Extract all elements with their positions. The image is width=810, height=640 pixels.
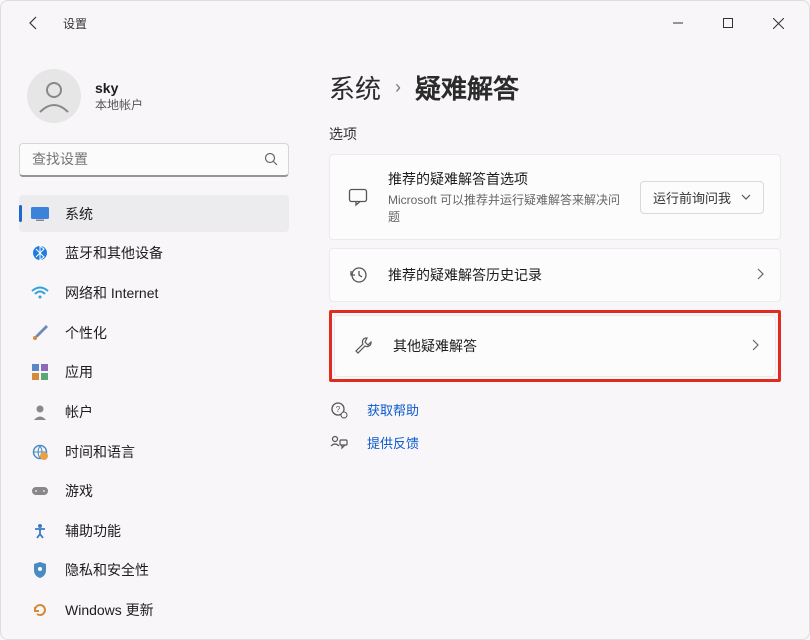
close-button[interactable] — [755, 7, 801, 39]
nav-label: 时间和语言 — [65, 442, 135, 462]
card-title: 其他疑难解答 — [393, 336, 733, 356]
recommended-pref-dropdown[interactable]: 运行前询问我 — [640, 181, 764, 214]
arrow-left-icon — [26, 15, 42, 31]
globe-clock-icon — [31, 443, 49, 461]
maximize-button[interactable] — [705, 7, 751, 39]
user-icon — [34, 76, 74, 116]
bluetooth-icon — [31, 244, 49, 262]
feedback-link[interactable]: 提供反馈 — [329, 433, 781, 452]
chevron-right-icon — [756, 267, 764, 283]
minimize-icon — [673, 18, 683, 28]
nav-item-apps[interactable]: 应用 — [19, 353, 289, 391]
app-title: 设置 — [63, 15, 87, 32]
nav-label: 应用 — [65, 362, 93, 382]
help-links: ? 获取帮助 提供反馈 — [329, 400, 781, 452]
chevron-down-icon — [741, 194, 751, 200]
main-panel: 系统 › 疑难解答 选项 推荐的疑难解答首选项 Microsoft 可以推荐并运… — [301, 45, 809, 639]
highlight-annotation: 其他疑难解答 — [329, 310, 781, 382]
person-icon — [31, 403, 49, 421]
user-block[interactable]: sky 本地帐户 — [19, 55, 301, 143]
card-troubleshoot-history[interactable]: 推荐的疑难解答历史记录 — [329, 248, 781, 302]
close-icon — [773, 18, 784, 29]
nav-item-windows-update[interactable]: Windows 更新 — [19, 591, 289, 629]
window-controls — [655, 7, 801, 39]
update-icon — [31, 601, 49, 619]
back-button[interactable] — [19, 8, 49, 38]
search-input[interactable] — [30, 150, 264, 168]
history-icon — [346, 263, 370, 287]
nav-item-bluetooth[interactable]: 蓝牙和其他设备 — [19, 234, 289, 272]
card-other-troubleshooters[interactable]: 其他疑难解答 — [334, 315, 776, 377]
breadcrumb-parent[interactable]: 系统 — [329, 69, 381, 106]
sidebar: sky 本地帐户 系统 蓝牙和其他设备 网络和 Internet — [1, 45, 301, 639]
feedback-icon — [329, 435, 349, 451]
minimize-button[interactable] — [655, 7, 701, 39]
nav-label: 网络和 Internet — [65, 283, 158, 303]
nav-item-personalization[interactable]: 个性化 — [19, 314, 289, 352]
nav-label: 系统 — [65, 204, 93, 224]
card-title: 推荐的疑难解答历史记录 — [388, 265, 738, 285]
nav-item-accessibility[interactable]: 辅助功能 — [19, 512, 289, 550]
wifi-icon — [31, 284, 49, 302]
user-name: sky — [95, 80, 143, 96]
brush-icon — [31, 324, 49, 342]
nav-item-accounts[interactable]: 帐户 — [19, 393, 289, 431]
nav-label: Windows 更新 — [65, 600, 154, 620]
nav-item-time-language[interactable]: 时间和语言 — [19, 433, 289, 471]
card-title: 推荐的疑难解答首选项 — [388, 169, 622, 189]
link-text: 获取帮助 — [367, 400, 419, 419]
chevron-right-icon: › — [395, 77, 401, 98]
chevron-right-icon — [751, 338, 759, 354]
get-help-link[interactable]: ? 获取帮助 — [329, 400, 781, 419]
nav-item-gaming[interactable]: 游戏 — [19, 472, 289, 510]
nav-item-system[interactable]: 系统 — [19, 195, 289, 233]
maximize-icon — [723, 18, 733, 28]
display-icon — [31, 205, 49, 223]
nav-label: 游戏 — [65, 481, 93, 501]
gamepad-icon — [31, 482, 49, 500]
card-subtitle: Microsoft 可以推荐并运行疑难解答来解决问题 — [388, 191, 622, 225]
titlebar: 设置 — [1, 1, 809, 45]
card-recommended-preferences[interactable]: 推荐的疑难解答首选项 Microsoft 可以推荐并运行疑难解答来解决问题 运行… — [329, 154, 781, 240]
link-text: 提供反馈 — [367, 433, 419, 452]
nav-label: 蓝牙和其他设备 — [65, 243, 163, 263]
nav-label: 辅助功能 — [65, 521, 121, 541]
nav-item-network[interactable]: 网络和 Internet — [19, 274, 289, 312]
wrench-icon — [351, 334, 375, 358]
user-subtitle: 本地帐户 — [95, 96, 143, 113]
svg-text:?: ? — [336, 405, 341, 414]
breadcrumb: 系统 › 疑难解答 — [329, 69, 781, 106]
accessibility-icon — [31, 522, 49, 540]
nav-label: 个性化 — [65, 323, 107, 343]
apps-icon — [31, 363, 49, 381]
avatar — [27, 69, 81, 123]
nav-item-privacy[interactable]: 隐私和安全性 — [19, 552, 289, 590]
search-icon — [264, 152, 278, 166]
nav-label: 帐户 — [65, 402, 93, 422]
nav: 系统 蓝牙和其他设备 网络和 Internet 个性化 应用 帐户 — [19, 195, 301, 629]
nav-label: 隐私和安全性 — [65, 560, 149, 580]
help-icon: ? — [329, 401, 349, 419]
breadcrumb-current: 疑难解答 — [415, 69, 519, 106]
chat-icon — [346, 185, 370, 209]
shield-icon — [31, 561, 49, 579]
dropdown-value: 运行前询问我 — [653, 188, 731, 207]
search-box[interactable] — [19, 143, 289, 177]
section-label: 选项 — [329, 124, 781, 144]
